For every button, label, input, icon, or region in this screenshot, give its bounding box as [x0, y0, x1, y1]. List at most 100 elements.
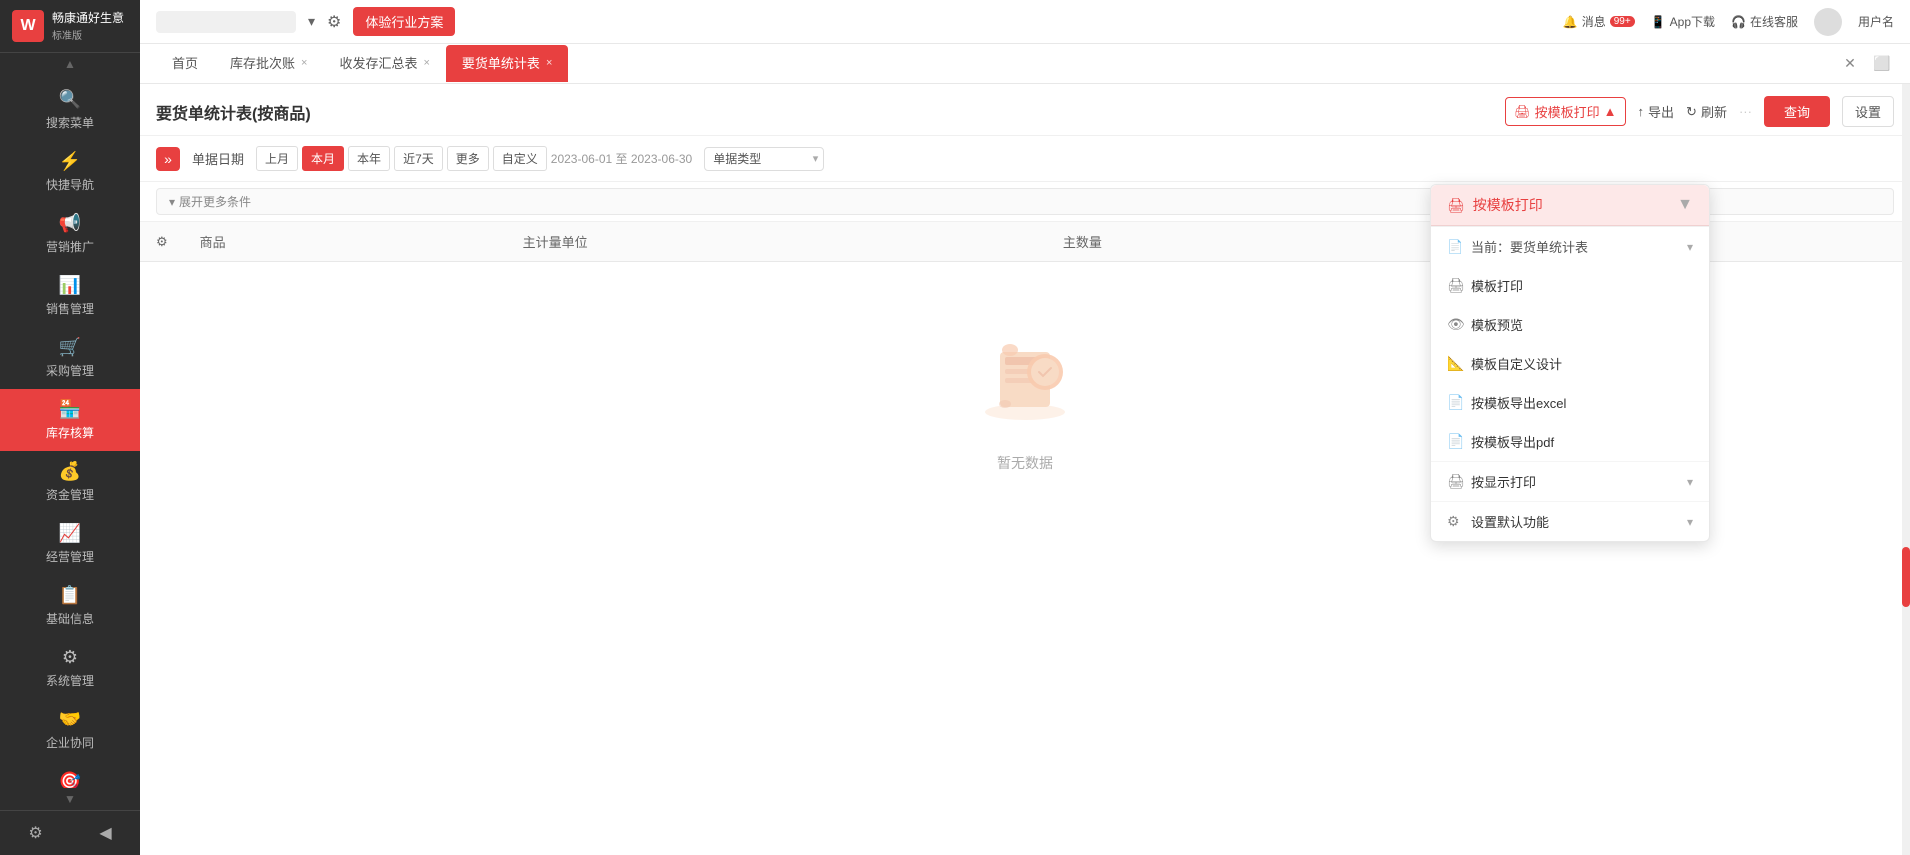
- sidebar-item-marketing[interactable]: 📢 营销推广: [0, 203, 140, 265]
- tab-inventory-batch[interactable]: 库存批次账 ×: [214, 45, 323, 82]
- template-design-icon: 📐: [1447, 355, 1464, 372]
- refresh-btn-label: 刷新: [1701, 102, 1727, 121]
- date-btn-this-year[interactable]: 本年: [348, 146, 390, 171]
- sidebar-item-label: 库存核算: [46, 424, 94, 441]
- dropdown-header: 🖨 按模板打印 ▼: [1431, 185, 1709, 226]
- close-tab-inventory-batch-icon[interactable]: ×: [301, 57, 307, 69]
- print-btn-label: 按模板打印: [1535, 102, 1600, 121]
- page-actions: 🖨 按模板打印 ▲ ↑ 导出 ↻ 刷新 ··· 查询 设置: [1505, 96, 1894, 127]
- export-icon: ↑: [1638, 104, 1645, 119]
- sidebar-item-label: 资金管理: [46, 486, 94, 503]
- default-settings-label: 设置默认功能: [1471, 512, 1549, 531]
- scrollbar-thumb[interactable]: [1902, 547, 1910, 607]
- printer-icon: 🖨: [1514, 104, 1531, 120]
- sidebar-item-quicknav[interactable]: ⚡ 快捷导航: [0, 141, 140, 203]
- dropdown-item-display-print[interactable]: 🖨 按显示打印 ▾: [1431, 461, 1709, 501]
- app-download-btn[interactable]: 📱 App下载: [1651, 13, 1715, 30]
- default-settings-sublabel: 设置默认功能: [1471, 512, 1549, 531]
- sidebar-item-search[interactable]: 🔍 搜索菜单: [0, 79, 140, 141]
- sidebar-item-inventory[interactable]: 🏪 库存核算: [0, 389, 140, 451]
- tab-order-stats[interactable]: 要货单统计表 ×: [446, 45, 568, 82]
- sidebar-item-sales[interactable]: 📊 销售管理: [0, 265, 140, 327]
- maximize-tab-icon[interactable]: ⬜: [1870, 52, 1894, 76]
- filter-bar: » 单据日期 上月 本月 本年 近7天 更多 自定义 2023-06-01 至 …: [140, 136, 1910, 182]
- sidebar-item-enterprise[interactable]: 🤝 企业协同: [0, 699, 140, 761]
- dropdown-item-export-excel[interactable]: 📄 按模板导出excel: [1431, 383, 1709, 422]
- user-avatar[interactable]: [1814, 8, 1842, 36]
- template-print-icon: 🖨: [1447, 277, 1465, 294]
- tab-stock-summary[interactable]: 收发存汇总表 ×: [323, 45, 445, 82]
- notifications-badge: 99+: [1610, 16, 1635, 27]
- tab-home-label: 首页: [172, 53, 198, 72]
- dropdown-item-preview[interactable]: 👁 模板预览: [1431, 305, 1709, 344]
- notifications-btn[interactable]: 🔔 消息 99+: [1563, 13, 1635, 30]
- topbar-search-input[interactable]: [156, 11, 296, 33]
- date-btn-this-month[interactable]: 本月: [302, 146, 344, 171]
- tab-home[interactable]: 首页: [156, 45, 214, 82]
- current-template-chevron-icon: ▾: [1687, 240, 1693, 254]
- sidebar: W 畅康通好生意 标准版 ▲ 🔍 搜索菜单 ⚡ 快捷导航 📢 营销推广 📊 销售…: [0, 0, 140, 855]
- date-btn-last-month[interactable]: 上月: [256, 146, 298, 171]
- basic-info-icon: 📋: [59, 585, 81, 606]
- sidebar-item-finance[interactable]: 💰 资金管理: [0, 451, 140, 513]
- expand-more-chevron-icon: ▾: [169, 195, 175, 209]
- topbar-settings-icon[interactable]: ⚙: [327, 12, 341, 32]
- online-service-btn[interactable]: 🎧 在线客服: [1731, 13, 1798, 30]
- sidebar-item-guide[interactable]: 🎯 新手引导: [0, 761, 140, 788]
- date-btn-custom[interactable]: 自定义: [493, 146, 547, 171]
- print-btn[interactable]: 🖨 按模板打印 ▲: [1505, 97, 1625, 126]
- type-filter-wrapper: 单据类型: [704, 147, 824, 171]
- dropdown-close-icon[interactable]: ▼: [1677, 196, 1693, 214]
- dropdown-item-default-settings[interactable]: ⚙ 设置默认功能 ▾: [1431, 501, 1709, 541]
- sidebar-item-label: 采购管理: [46, 362, 94, 379]
- date-btn-last-7-days[interactable]: 近7天: [394, 146, 443, 171]
- export-excel-icon: 📄: [1447, 394, 1464, 411]
- display-print-icon: 🖨: [1447, 473, 1465, 490]
- current-template-item[interactable]: 📄 当前：要货单统计表 ▾: [1431, 226, 1709, 266]
- query-btn[interactable]: 查询: [1764, 96, 1830, 127]
- dropdown-item-export-pdf-label: 按模板导出pdf: [1471, 432, 1554, 451]
- date-btn-more[interactable]: 更多: [447, 146, 489, 171]
- col-settings: ⚙: [140, 222, 184, 262]
- sidebar-nav: 🔍 搜索菜单 ⚡ 快捷导航 📢 营销推广 📊 销售管理 🛒 采购管理 🏪 库存核…: [0, 75, 140, 788]
- export-btn[interactable]: ↑ 导出: [1638, 102, 1675, 121]
- sidebar-item-basic-info[interactable]: 📋 基础信息: [0, 575, 140, 637]
- sidebar-scroll-down[interactable]: ▼: [0, 788, 140, 810]
- filter-expand-icon[interactable]: »: [156, 147, 180, 171]
- close-tab-order-stats-icon[interactable]: ×: [546, 57, 552, 69]
- dropdown-title: 🖨 按模板打印: [1447, 195, 1543, 215]
- topbar: ▾ ⚙ 体验行业方案 🔔 消息 99+ 📱 App下载 🎧 在线客服 用户名: [140, 0, 1910, 44]
- dropdown-item-export-pdf[interactable]: 📄 按模板导出pdf: [1431, 422, 1709, 461]
- sidebar-bottom: ⚙ ◀: [0, 810, 140, 855]
- finance-icon: 💰: [59, 461, 81, 482]
- refresh-icon: ↻: [1686, 104, 1697, 120]
- app-name: 畅康通好生意: [52, 10, 124, 27]
- username-label: 用户名: [1858, 13, 1894, 30]
- default-settings-icon: ⚙: [1447, 513, 1460, 530]
- topbar-dropdown-icon[interactable]: ▾: [308, 13, 315, 30]
- close-tab-stock-summary-icon[interactable]: ×: [423, 57, 429, 69]
- current-template-label: 当前：要货单统计表: [1471, 237, 1588, 256]
- dropdown-item-design[interactable]: 📐 模板自定义设计: [1431, 344, 1709, 383]
- sidebar-item-system[interactable]: ⚙ 系统管理: [0, 637, 140, 699]
- close-all-tabs-icon[interactable]: ✕: [1838, 52, 1862, 76]
- sidebar-item-purchase[interactable]: 🛒 采购管理: [0, 327, 140, 389]
- experience-btn[interactable]: 体验行业方案: [353, 7, 455, 36]
- col-qty: 主数量: [1047, 222, 1442, 262]
- dropdown-item-print[interactable]: 🖨 模板打印: [1431, 266, 1709, 305]
- sidebar-collapse-btn[interactable]: ◀: [91, 819, 119, 847]
- sidebar-item-operations[interactable]: 📈 经营管理: [0, 513, 140, 575]
- type-filter-select[interactable]: 单据类型: [704, 147, 824, 171]
- online-service-label: 在线客服: [1750, 13, 1798, 30]
- sidebar-settings-btn[interactable]: ⚙: [20, 819, 50, 847]
- right-scrollbar[interactable]: [1902, 84, 1910, 855]
- export-btn-label: 导出: [1648, 102, 1674, 121]
- app-download-label: App下载: [1670, 13, 1715, 30]
- sidebar-scroll-up[interactable]: ▲: [0, 53, 140, 75]
- guide-icon: 🎯: [59, 771, 81, 788]
- page-settings-btn[interactable]: 设置: [1842, 96, 1894, 127]
- refresh-btn[interactable]: ↻ 刷新: [1686, 102, 1727, 121]
- operations-icon: 📈: [59, 523, 81, 544]
- actions-divider: ···: [1739, 104, 1752, 119]
- logo-icon: W: [12, 10, 44, 42]
